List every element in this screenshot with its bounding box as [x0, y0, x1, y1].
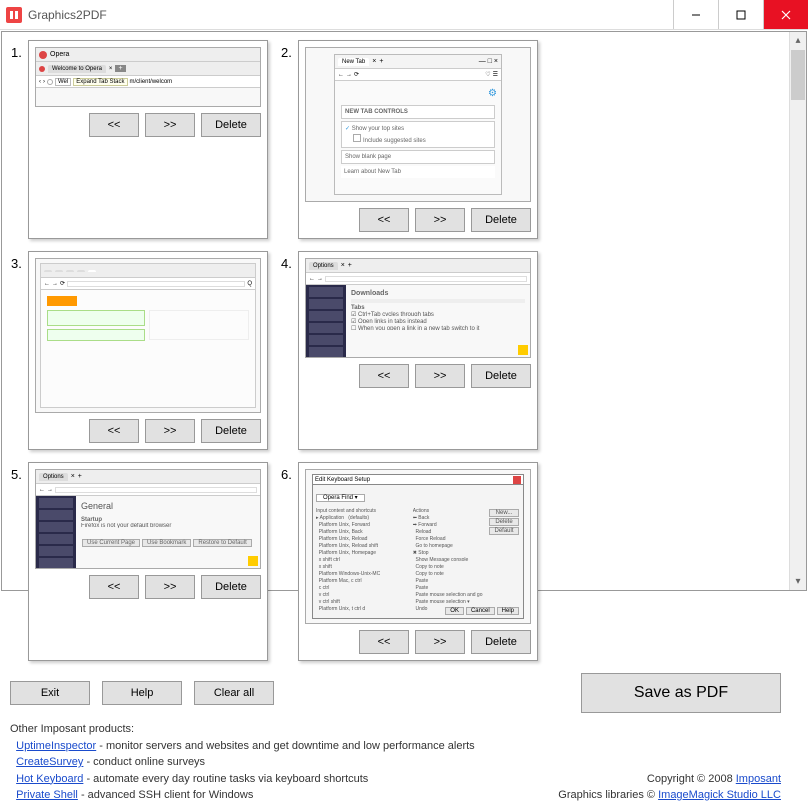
- save-as-pdf-button[interactable]: Save as PDF: [581, 673, 781, 713]
- thumbnail-tile-2: 2. New Tab×+— □ × ←→⟳♡☰ ⚙ NEW TAB CONTRO…: [298, 40, 538, 239]
- vertical-scrollbar[interactable]: ▴ ▾: [789, 32, 806, 590]
- delete-button[interactable]: Delete: [471, 630, 531, 654]
- thumbnail-image[interactable]: Options×+ ←→ General Startup Firefox is …: [35, 469, 261, 569]
- link-privateshell[interactable]: Private Shell: [16, 789, 78, 801]
- footer-credits: Copyright © 2008 Imposant Graphics libra…: [558, 721, 781, 804]
- move-forward-button[interactable]: >>: [145, 575, 195, 599]
- move-back-button[interactable]: <<: [359, 208, 409, 232]
- window-title: Graphics2PDF: [28, 8, 673, 22]
- tile-number: 5.: [11, 467, 22, 482]
- thumbnail-image[interactable]: Opera Welcome to Opera×+ ‹›WelExpand Tab…: [35, 47, 261, 107]
- scroll-thumb[interactable]: [791, 50, 805, 100]
- move-back-button[interactable]: <<: [89, 419, 139, 443]
- move-back-button[interactable]: <<: [359, 630, 409, 654]
- delete-button[interactable]: Delete: [201, 113, 261, 137]
- move-back-button[interactable]: <<: [89, 575, 139, 599]
- close-button[interactable]: [763, 0, 808, 29]
- tile-number: 2.: [281, 45, 292, 60]
- thumbnail-image[interactable]: New Tab×+— □ × ←→⟳♡☰ ⚙ NEW TAB CONTROLS …: [305, 47, 531, 202]
- thumbnail-tile-5: 5. Options×+ ←→ General Startup Firefox …: [28, 462, 268, 661]
- delete-button[interactable]: Delete: [471, 364, 531, 388]
- delete-button[interactable]: Delete: [201, 575, 261, 599]
- move-forward-button[interactable]: >>: [145, 113, 195, 137]
- link-createsurvey[interactable]: CreateSurvey: [16, 756, 83, 768]
- thumbnail-tile-6: 6. Edit Keyboard Setup Opera Find ▾ Inpu…: [298, 462, 538, 661]
- move-back-button[interactable]: <<: [89, 113, 139, 137]
- move-forward-button[interactable]: >>: [415, 630, 465, 654]
- link-imposant[interactable]: Imposant: [736, 773, 781, 785]
- link-imagemagick[interactable]: ImageMagick Studio LLC: [658, 789, 781, 801]
- move-forward-button[interactable]: >>: [145, 419, 195, 443]
- tile-number: 3.: [11, 256, 22, 271]
- thumbnail-image[interactable]: Options×+ ←→ Downloads Tabs ☑ Ctrl+Tab c…: [305, 258, 531, 358]
- thumbnail-image[interactable]: Edit Keyboard Setup Opera Find ▾ Input c…: [305, 469, 531, 624]
- move-back-button[interactable]: <<: [359, 364, 409, 388]
- tile-number: 1.: [11, 45, 22, 60]
- link-uptimeinspector[interactable]: UptimeInspector: [16, 740, 96, 752]
- exit-button[interactable]: Exit: [10, 681, 90, 705]
- delete-button[interactable]: Delete: [471, 208, 531, 232]
- minimize-button[interactable]: [673, 0, 718, 29]
- tile-number: 6.: [281, 467, 292, 482]
- thumbnail-image[interactable]: ←→⟳Q: [35, 258, 261, 413]
- clear-all-button[interactable]: Clear all: [194, 681, 274, 705]
- thumbnail-tile-4: 4. Options×+ ←→ Downloads Tabs ☑ Ctrl+Ta…: [298, 251, 538, 450]
- thumbnail-tile-1: 1. Opera Welcome to Opera×+ ‹›WelExpand …: [28, 40, 268, 239]
- thumbnail-tile-3: 3. ←→⟳Q << >> De: [28, 251, 268, 450]
- footer-heading: Other Imposant products:: [10, 721, 558, 738]
- app-icon: [6, 7, 22, 23]
- help-button[interactable]: Help: [102, 681, 182, 705]
- move-forward-button[interactable]: >>: [415, 364, 465, 388]
- tile-number: 4.: [281, 256, 292, 271]
- delete-button[interactable]: Delete: [201, 419, 261, 443]
- move-forward-button[interactable]: >>: [415, 208, 465, 232]
- scroll-down-arrow[interactable]: ▾: [790, 573, 806, 590]
- link-hotkeyboard[interactable]: Hot Keyboard: [16, 773, 83, 785]
- maximize-button[interactable]: [718, 0, 763, 29]
- footer-products: Other Imposant products: UptimeInspector…: [10, 721, 558, 804]
- scroll-up-arrow[interactable]: ▴: [790, 32, 806, 49]
- titlebar: Graphics2PDF: [0, 0, 808, 30]
